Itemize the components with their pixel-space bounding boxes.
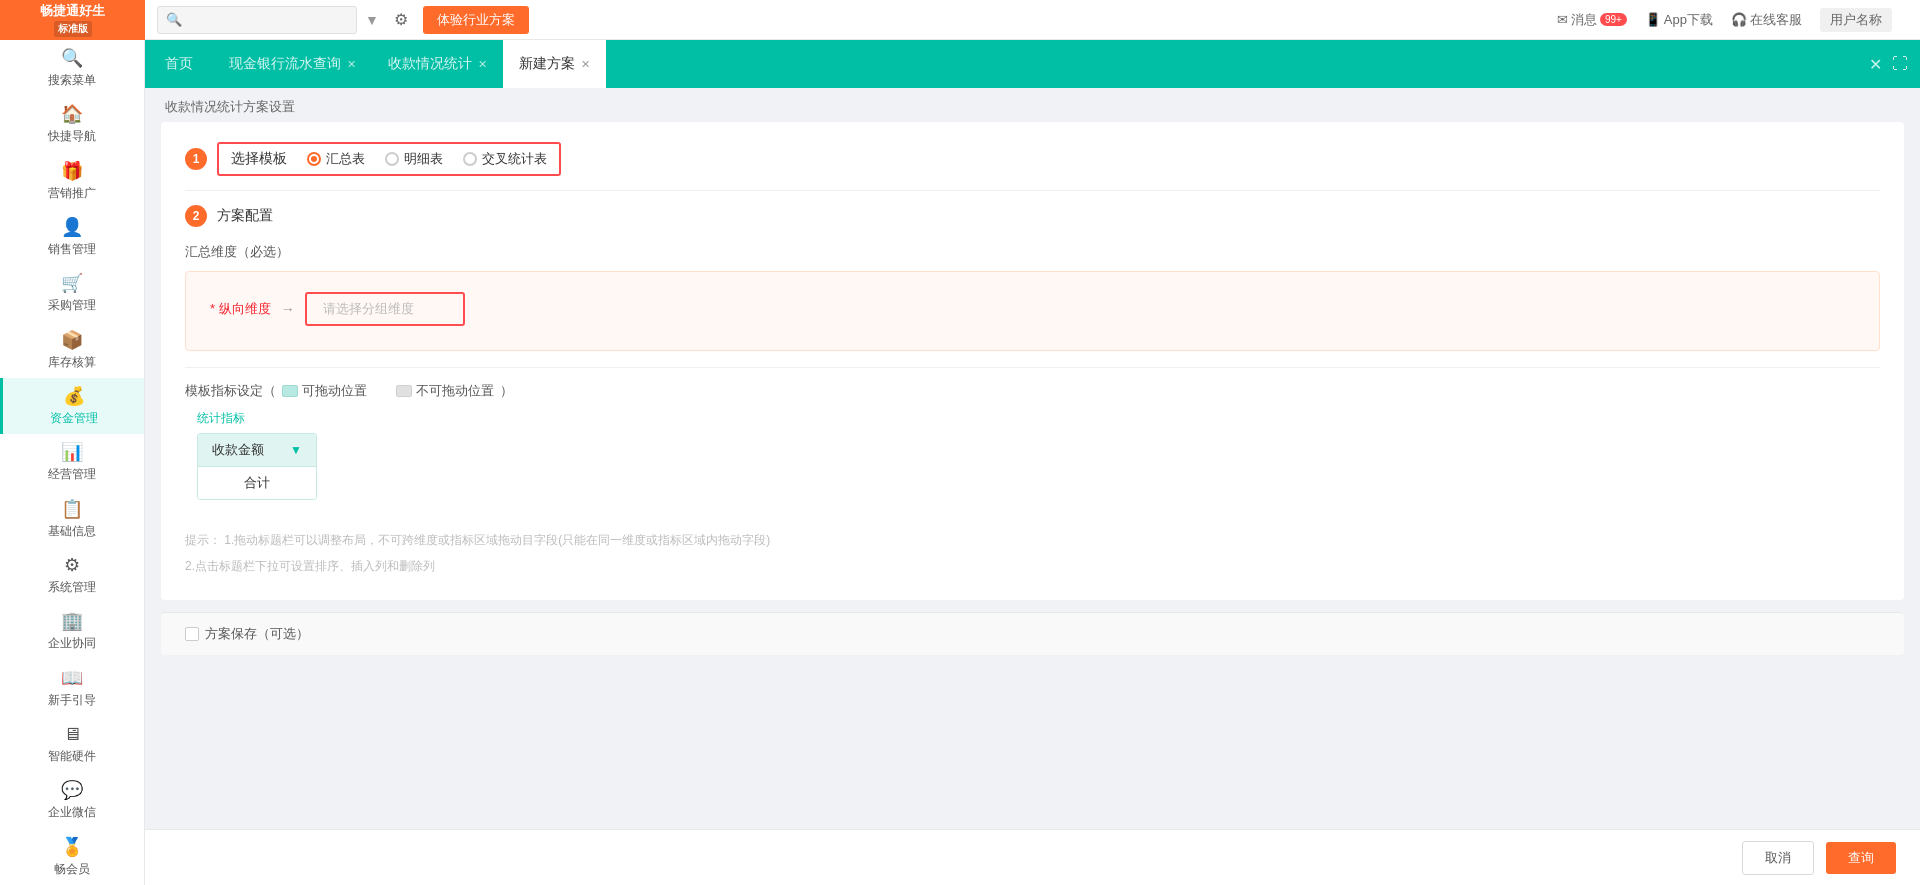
download-btn[interactable]: 📱 App下载 xyxy=(1645,11,1713,29)
sidebar-item-inventory[interactable]: 📦 库存核算 xyxy=(0,322,144,378)
tab-collection[interactable]: 收款情况统计 ✕ xyxy=(372,40,503,88)
tab-close-icon[interactable]: ✕ xyxy=(1869,55,1882,74)
dropdown-arrow-icon: ▼ xyxy=(290,443,302,457)
service-btn[interactable]: 🎧 在线客服 xyxy=(1731,11,1802,29)
stats-table: 收款金额 ▼ 合计 xyxy=(197,433,317,500)
drag-indicator: 可拖动位置 xyxy=(282,382,367,400)
sales-icon: 👤 xyxy=(61,216,83,238)
step1-box: 选择模板 汇总表 明细表 交叉统 xyxy=(217,142,561,176)
tab-home[interactable]: 首页 xyxy=(145,40,213,88)
sidebar-item-quick-nav[interactable]: 🏠 快捷导航 xyxy=(0,96,144,152)
sidebar-item-enterprise[interactable]: 🏢 企业协同 xyxy=(0,603,144,659)
basic-icon: 📋 xyxy=(61,498,83,520)
dimension-select[interactable]: 请选择分组维度 xyxy=(305,292,465,326)
tab-expand-icon[interactable]: ⛶ xyxy=(1892,55,1908,73)
weixin-icon: 💬 xyxy=(61,779,83,801)
radio-cross[interactable]: 交叉统计表 xyxy=(463,150,547,168)
tab-cashflow[interactable]: 现金银行流水查询 ✕ xyxy=(213,40,372,88)
gear-button[interactable]: ⚙ xyxy=(387,6,415,34)
tips-section: 提示： 1.拖动标题栏可以调整布局，不可跨维度或指标区域拖动目字段(只能在同一维… xyxy=(185,527,1880,580)
hardware-icon: 🖥 xyxy=(63,724,81,745)
download-icon: 📱 xyxy=(1645,12,1661,27)
search-input[interactable] xyxy=(186,13,326,27)
sidebar-item-basic[interactable]: 📋 基础信息 xyxy=(0,491,144,547)
sidebar-item-hardware[interactable]: 🖥 智能硬件 xyxy=(0,716,144,772)
query-button[interactable]: 查询 xyxy=(1826,842,1896,874)
dimension-section-label: 汇总维度（必选） xyxy=(185,243,1880,261)
no-drag-indicator: 不可拖动位置 xyxy=(396,382,494,400)
operation-icon: 📊 xyxy=(61,441,83,463)
search-bar[interactable]: 🔍 xyxy=(157,6,357,34)
sidebar-item-system[interactable]: ⚙ 系统管理 xyxy=(0,547,144,603)
search-icon: 🔍 xyxy=(166,12,182,27)
sidebar: 🔍 搜索菜单 🏠 快捷导航 🎁 营销推广 👤 销售管理 🛒 采购管理 📦 库存核… xyxy=(0,40,145,885)
sidebar-item-guide[interactable]: 📖 新手引导 xyxy=(0,660,144,716)
metrics-section: 模板指标设定（ 可拖动位置 不可拖动位置 ） xyxy=(185,382,1880,503)
sidebar-item-operation[interactable]: 📊 经营管理 xyxy=(0,434,144,490)
footer-bar: 取消 查询 xyxy=(145,829,1920,885)
guide-icon: 📖 xyxy=(61,667,83,689)
radio-detail[interactable]: 明细表 xyxy=(385,150,443,168)
message-icon: ✉ xyxy=(1557,12,1568,27)
stats-section-label: 统计指标 xyxy=(197,410,1880,427)
step2-circle: 2 xyxy=(185,205,207,227)
step2-title: 方案配置 xyxy=(217,207,273,225)
cancel-button[interactable]: 取消 xyxy=(1742,841,1814,875)
radio-detail-dot xyxy=(385,152,399,166)
dimension-area: * 纵向维度 → 请选择分组维度 xyxy=(185,271,1880,351)
dropdown-arrow[interactable]: ▼ xyxy=(365,12,379,28)
stats-table-header[interactable]: 收款金额 ▼ xyxy=(198,434,316,467)
inventory-icon: 📦 xyxy=(61,329,83,351)
capital-icon: 💰 xyxy=(63,385,85,407)
close-new-plan-icon[interactable]: ✕ xyxy=(581,58,590,71)
dimension-row-label: * 纵向维度 xyxy=(210,300,271,318)
step1-title: 选择模板 xyxy=(231,150,287,168)
marketing-icon: 🎁 xyxy=(61,160,83,182)
industry-btn[interactable]: 体验行业方案 xyxy=(423,6,529,34)
purchase-icon: 🛒 xyxy=(61,272,83,294)
system-icon: ⚙ xyxy=(64,554,80,576)
save-section: 方案保存（可选） xyxy=(161,612,1904,655)
message-badge: 99+ xyxy=(1600,13,1627,26)
breadcrumb: 收款情况统计方案设置 xyxy=(145,88,1920,122)
dimension-arrow: → xyxy=(281,301,295,317)
tab-bar: 首页 现金银行流水查询 ✕ 收款情况统计 ✕ 新建方案 ✕ ✕ ⛶ xyxy=(145,40,1920,88)
radio-summary[interactable]: 汇总表 xyxy=(307,150,365,168)
step1-circle: 1 xyxy=(185,148,207,170)
stats-table-cell: 合计 xyxy=(198,467,316,499)
sidebar-item-marketing[interactable]: 🎁 营销推广 xyxy=(0,153,144,209)
checkbox-box[interactable] xyxy=(185,627,199,641)
sidebar-item-weixin[interactable]: 💬 企业微信 xyxy=(0,772,144,828)
page-content: 收款情况统计方案设置 1 选择模板 汇总表 xyxy=(145,88,1920,829)
save-checkbox-label[interactable]: 方案保存（可选） xyxy=(185,625,309,643)
sidebar-item-capital[interactable]: 💰 资金管理 xyxy=(0,378,144,434)
service-icon: 🎧 xyxy=(1731,12,1747,27)
tab-new-plan[interactable]: 新建方案 ✕ xyxy=(503,40,606,88)
radio-cross-dot xyxy=(463,152,477,166)
member-icon: 🏅 xyxy=(61,836,83,858)
close-collection-icon[interactable]: ✕ xyxy=(478,58,487,71)
user-info[interactable]: 用户名称 xyxy=(1820,8,1892,32)
sidebar-item-purchase[interactable]: 🛒 采购管理 xyxy=(0,265,144,321)
close-cashflow-icon[interactable]: ✕ xyxy=(347,58,356,71)
sidebar-item-search-menu[interactable]: 🔍 搜索菜单 xyxy=(0,40,144,96)
app-logo: 畅捷通好生 标准版 xyxy=(0,0,145,40)
radio-summary-dot xyxy=(307,152,321,166)
enterprise-icon: 🏢 xyxy=(61,610,83,632)
sidebar-item-sales[interactable]: 👤 销售管理 xyxy=(0,209,144,265)
search-menu-icon: 🔍 xyxy=(61,47,83,69)
sidebar-item-member[interactable]: 🏅 畅会员 xyxy=(0,829,144,885)
home-icon: 🏠 xyxy=(61,103,83,125)
message-btn[interactable]: ✉ 消息 99+ xyxy=(1557,11,1627,29)
